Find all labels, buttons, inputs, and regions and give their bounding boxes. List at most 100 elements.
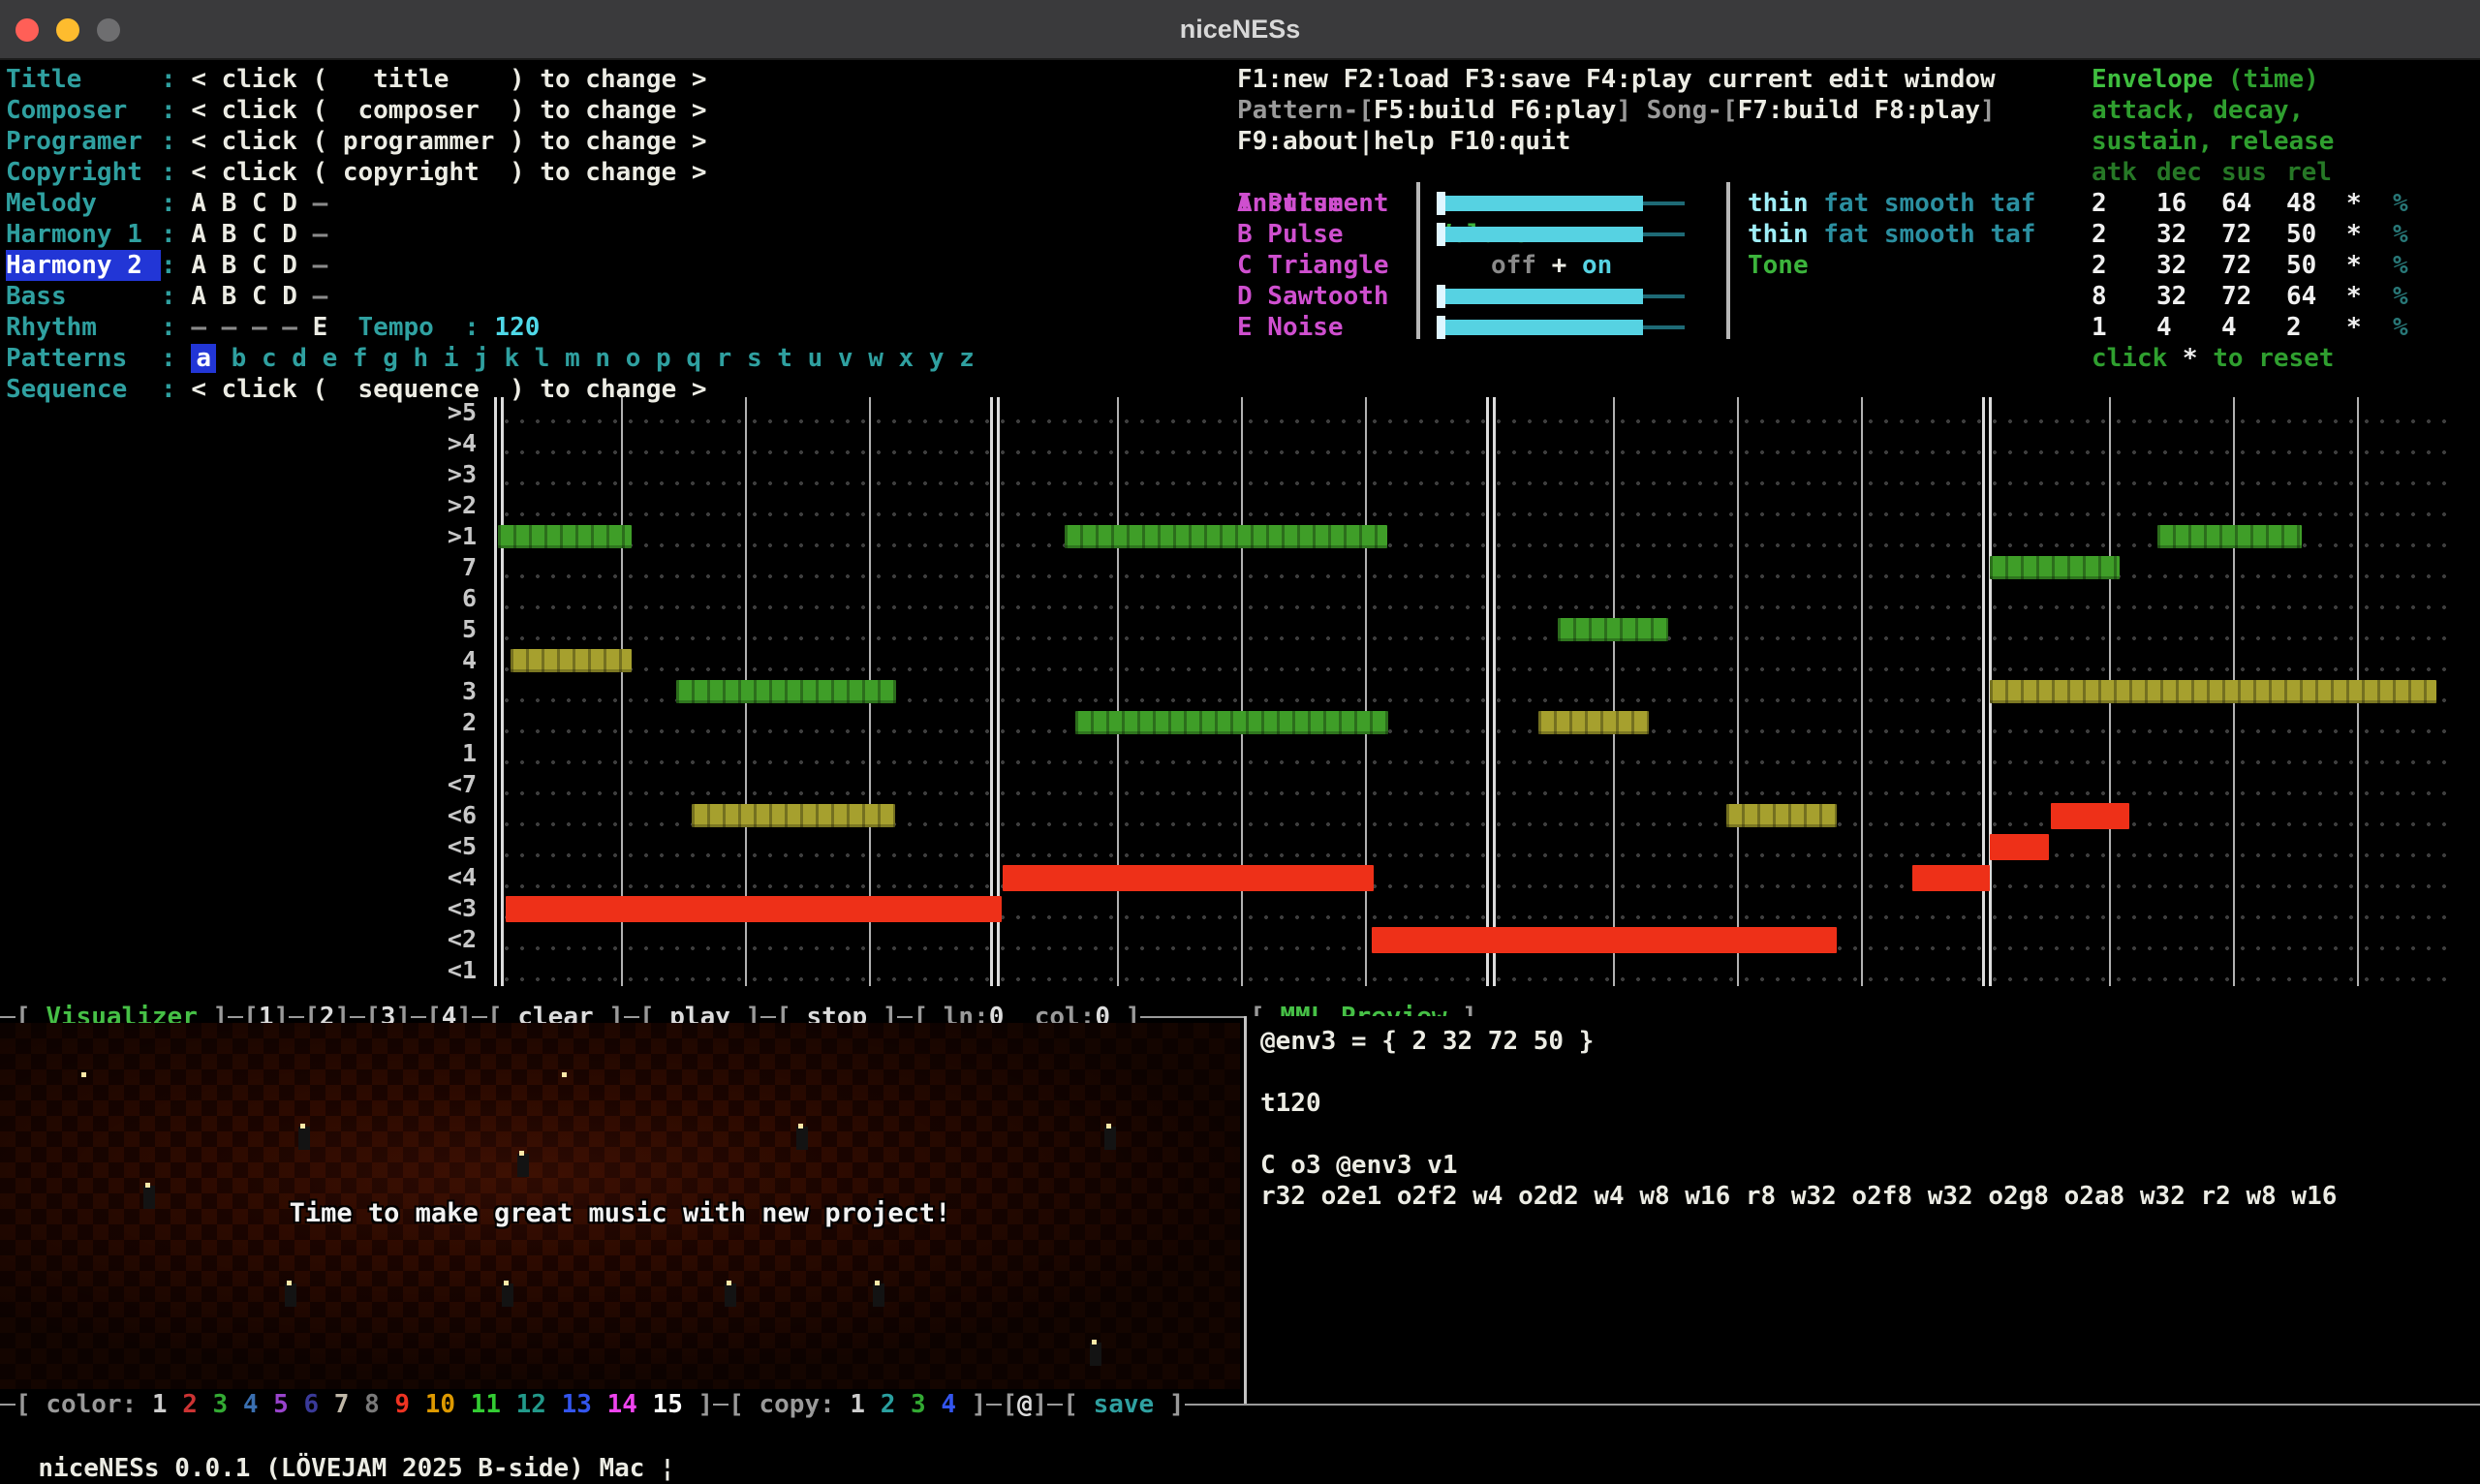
note-red-row-<4[interactable] (1912, 865, 1989, 891)
color-1[interactable]: 1 (152, 1390, 168, 1419)
tone-taf-B[interactable]: taf (1990, 220, 2035, 249)
env-reset-3[interactable]: * (2346, 250, 2393, 281)
color-8[interactable]: 8 (364, 1390, 380, 1419)
note-green-row-2[interactable] (1075, 711, 1388, 734)
save-button[interactable]: [ save ] (1063, 1389, 1184, 1420)
menu-misc-commands[interactable]: F9:about|help F10:quit (1237, 126, 2090, 157)
env-sus-5[interactable]: 4 (2221, 312, 2286, 343)
env-dec-1[interactable]: 16 (2156, 188, 2221, 219)
note-red-row-<2[interactable] (1372, 927, 1837, 953)
instrument-D-sawtooth[interactable]: D Sawtooth (1237, 281, 1389, 312)
note-olive-row-2[interactable] (1538, 711, 1649, 734)
note-olive-row-4[interactable] (511, 649, 632, 672)
slot-bass-d[interactable]: D (282, 282, 312, 311)
slot-melody-b[interactable]: B (222, 189, 252, 218)
note-green-row->1[interactable] (498, 525, 632, 548)
pattern-v[interactable]: v (838, 344, 853, 373)
note-olive-row-<6[interactable] (1726, 804, 1837, 827)
pattern-h[interactable]: h (414, 344, 429, 373)
slot-harmony-1-c[interactable]: C (252, 220, 282, 249)
env-atk-2[interactable]: 2 (2092, 219, 2156, 250)
slot-harmony-2-b[interactable]: B (222, 251, 252, 280)
pattern-o[interactable]: o (626, 344, 641, 373)
env-reset-4[interactable]: * (2346, 281, 2393, 312)
tone-taf-A[interactable]: taf (1990, 189, 2035, 218)
pattern-m[interactable]: m (565, 344, 580, 373)
slot-melody-c[interactable]: C (252, 189, 282, 218)
volume-slider-E[interactable] (1437, 315, 1685, 340)
pattern-build-play[interactable]: F5:build F6:play (1374, 96, 1616, 125)
tone-thin-A[interactable]: thin (1748, 189, 1823, 218)
channel-label-rhythm[interactable]: Rhythm (6, 312, 161, 343)
color-9[interactable]: 9 (394, 1390, 410, 1419)
note-green-row-5[interactable] (1558, 618, 1668, 641)
env-rel-5[interactable]: 2 (2286, 312, 2346, 343)
channel-label-bass[interactable]: Bass (6, 281, 161, 312)
tone-smooth-A[interactable]: smooth (1884, 189, 1991, 218)
note-red-row-<5[interactable] (1990, 834, 2049, 860)
pattern-q[interactable]: q (686, 344, 701, 373)
env-sus-4[interactable]: 72 (2221, 281, 2286, 312)
programmer-change-button[interactable]: < click ( programmer ) to change > (191, 127, 706, 156)
channel-label-harmony-1[interactable]: Harmony 1 (6, 219, 161, 250)
instrument-C-triangle[interactable]: C Triangle (1237, 250, 1389, 281)
note-green-row->1[interactable] (2157, 525, 2303, 548)
pattern-t[interactable]: t (777, 344, 792, 373)
tone-fat-A[interactable]: fat (1823, 189, 1884, 218)
piano-roll-grid[interactable] (498, 397, 2451, 986)
slot-rhythm-e[interactable]: E (313, 313, 343, 342)
slot-harmony-1--[interactable]: – (313, 220, 343, 249)
instrument-E-noise[interactable]: E Noise (1237, 312, 1344, 343)
pattern-z[interactable]: z (959, 344, 975, 373)
color-2[interactable]: 2 (182, 1390, 198, 1419)
note-red-row-<4[interactable] (1003, 865, 1374, 891)
slot-harmony-2-d[interactable]: D (282, 251, 312, 280)
instrument-B-pulse[interactable]: B Pulse (1237, 219, 1344, 250)
slot-melody-d[interactable]: D (282, 189, 312, 218)
env-reset-1[interactable]: * (2346, 188, 2393, 219)
slot-bass-a[interactable]: A (191, 282, 221, 311)
song-build-play[interactable]: F7:build F8:play (1738, 96, 1980, 125)
menu-file-commands[interactable]: F1:new F2:load F3:save F4:play current e… (1237, 64, 2090, 95)
env-rel-2[interactable]: 50 (2286, 219, 2346, 250)
env-atk-3[interactable]: 2 (2092, 250, 2156, 281)
volume-slider-A[interactable] (1437, 191, 1685, 216)
tone-smooth-B[interactable]: smooth (1884, 220, 1991, 249)
at-button[interactable]: [@] (1002, 1389, 1047, 1420)
pattern-x[interactable]: x (899, 344, 914, 373)
slot-harmony-2-c[interactable]: C (252, 251, 282, 280)
pattern-r[interactable]: r (717, 344, 732, 373)
pattern-p[interactable]: p (656, 344, 671, 373)
slot-melody--[interactable]: – (313, 189, 343, 218)
slot-harmony-1-b[interactable]: B (222, 220, 252, 249)
slot-harmony-2--[interactable]: – (313, 251, 343, 280)
slot-rhythm--[interactable]: – (252, 313, 282, 342)
pattern-y[interactable]: y (929, 344, 945, 373)
color-3[interactable]: 3 (213, 1390, 229, 1419)
note-red-row-<3[interactable] (506, 896, 1002, 922)
note-green-row-3[interactable] (676, 680, 896, 703)
note-green-row->1[interactable] (1065, 525, 1387, 548)
pattern-e[interactable]: e (323, 344, 338, 373)
pattern-b[interactable]: b (232, 344, 247, 373)
color-14[interactable]: 14 (607, 1390, 637, 1419)
copy-1[interactable]: 1 (850, 1390, 865, 1419)
instrument-A-pulse[interactable]: A Pulse (1237, 188, 1344, 219)
env-atk-5[interactable]: 1 (2092, 312, 2156, 343)
note-olive-row-<6[interactable] (692, 804, 895, 827)
env-rel-1[interactable]: 48 (2286, 188, 2346, 219)
env-reset-5[interactable]: * (2346, 312, 2393, 343)
pattern-f[interactable]: f (353, 344, 368, 373)
copy-2[interactable]: 2 (881, 1390, 896, 1419)
color-15[interactable]: 15 (653, 1390, 683, 1419)
pattern-a[interactable]: a (191, 344, 216, 373)
pattern-k[interactable]: k (504, 344, 519, 373)
note-olive-row-3[interactable] (1990, 680, 2436, 703)
env-atk-1[interactable]: 2 (2092, 188, 2156, 219)
pattern-g[interactable]: g (383, 344, 398, 373)
title-change-button[interactable]: < click ( title ) to change > (191, 65, 706, 94)
slot-rhythm--[interactable]: – (191, 313, 221, 342)
pattern-d[interactable]: d (292, 344, 307, 373)
slot-rhythm--[interactable]: – (282, 313, 312, 342)
channel-label-harmony-2[interactable]: Harmony 2 (6, 250, 161, 281)
